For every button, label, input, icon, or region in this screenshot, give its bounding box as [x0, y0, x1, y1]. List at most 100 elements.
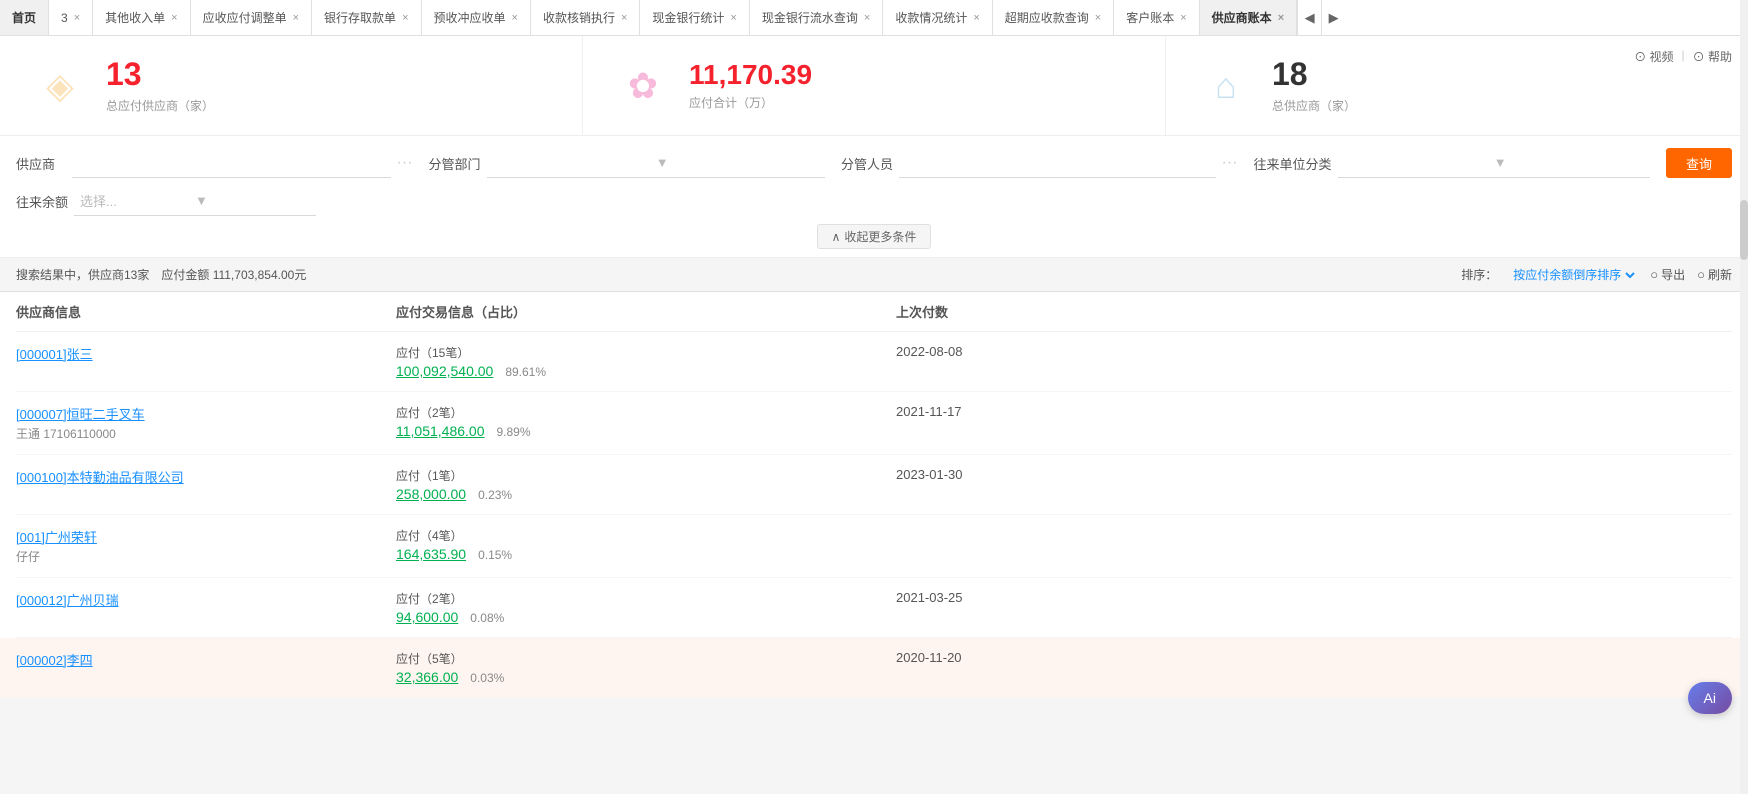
- nav-tab-cash-bank-stats[interactable]: 现金银行统计 ×: [640, 0, 749, 36]
- supplier-link[interactable]: [000100]本特勤油品有限公司: [16, 467, 396, 486]
- close-icon[interactable]: ×: [74, 12, 80, 24]
- lastpay-cell: 2022-08-08: [896, 344, 1732, 359]
- search-button[interactable]: 查询: [1666, 148, 1732, 178]
- close-icon[interactable]: ×: [293, 12, 299, 24]
- export-label: 导出: [1661, 266, 1685, 283]
- person-filter-label: 分管人员: [841, 154, 893, 173]
- payable-amount-link[interactable]: 100,092,540.00: [396, 363, 493, 379]
- nav-tab-home[interactable]: 首页: [0, 0, 49, 36]
- nav-tab-overdue[interactable]: 超期应收款查询 ×: [993, 0, 1114, 36]
- video-link[interactable]: ⊙ 视频: [1634, 48, 1673, 65]
- nav-tab-home-label: 首页: [12, 9, 36, 26]
- close-icon[interactable]: ×: [1180, 12, 1186, 24]
- nav-tab-collection-stats[interactable]: 收款情况统计 ×: [883, 0, 992, 36]
- ai-button[interactable]: Ai: [1688, 682, 1732, 714]
- payable-percent: 9.89%: [497, 425, 531, 439]
- lastpay-cell: 2020-11-20: [896, 650, 1732, 665]
- payable-percent: 0.23%: [478, 488, 512, 502]
- supplier-sub: 王通 17106110000: [16, 425, 396, 442]
- close-icon[interactable]: ×: [171, 12, 177, 24]
- supplier-cell: [000002]李四: [16, 650, 396, 669]
- stat-payable-suppliers-text: 13 总应付供应商（家）: [106, 57, 214, 113]
- payable-amount-link[interactable]: 32,366.00: [396, 669, 458, 685]
- supplier-link[interactable]: [000007]恒旺二手叉车: [16, 404, 396, 423]
- close-icon[interactable]: ×: [1095, 12, 1101, 24]
- table-row: [000012]广州贝瑞 应付（2笔） 94,600.00 0.08% 2021…: [16, 578, 1732, 638]
- close-icon[interactable]: ×: [621, 12, 627, 24]
- scrollbar-track[interactable]: [1740, 0, 1748, 794]
- payable-amount-link[interactable]: 258,000.00: [396, 486, 466, 502]
- payable-info: 应付（2笔） 94,600.00 0.08%: [396, 590, 896, 625]
- payable-label: 应付（1笔）: [396, 469, 463, 483]
- balance-select-wrapper[interactable]: 选择... ▼: [74, 186, 316, 216]
- balance-dropdown-icon[interactable]: ▼: [195, 193, 310, 208]
- nav-tab-collection-stats-label: 收款情况统计: [895, 9, 967, 26]
- nav-tab-prepay[interactable]: 预收冲应收单 ×: [422, 0, 531, 36]
- category-select-wrapper[interactable]: ▼: [1338, 148, 1650, 178]
- nav-tab-cash-flow-label: 现金银行流水查询: [762, 9, 858, 26]
- table-area: 供应商信息 应付交易信息（占比） 上次付数 [000001]张三 应付（15笔）…: [0, 292, 1748, 697]
- stat-payable-suppliers-label: 总应付供应商（家）: [106, 97, 214, 114]
- stat-payable-suppliers: ◈ 13 总应付供应商（家）: [0, 36, 583, 135]
- payable-label: 应付（4笔）: [396, 529, 463, 543]
- collapse-button[interactable]: ∧ 收起更多条件: [817, 224, 932, 249]
- category-dropdown-icon[interactable]: ▼: [1494, 155, 1644, 170]
- payable-percent: 0.08%: [470, 611, 504, 625]
- payable-cell: 应付（2笔） 11,051,486.00 9.89%: [396, 404, 896, 439]
- result-bar: 搜索结果中，供应商13家 应付金额 111,703,854.00元 排序： 按应…: [0, 258, 1748, 292]
- supplier-link[interactable]: [000001]张三: [16, 344, 396, 363]
- payable-cell: 应付（15笔） 100,092,540.00 89.61%: [396, 344, 896, 379]
- scrollbar-thumb[interactable]: [1740, 200, 1748, 260]
- payable-amount-link[interactable]: 94,600.00: [396, 609, 458, 625]
- supplier-cell: [000001]张三: [16, 344, 396, 363]
- dept-dropdown-icon[interactable]: ▼: [656, 155, 819, 170]
- nav-tab-bank-deposit-label: 银行存取款单: [324, 9, 396, 26]
- table-row: [001]广州荣轩 仔仔 应付（4笔） 164,635.90 0.15%: [16, 515, 1732, 578]
- supplier-link[interactable]: [001]广州荣轩: [16, 527, 396, 546]
- nav-tab-other-income[interactable]: 其他收入单 ×: [93, 0, 190, 36]
- refresh-link[interactable]: ○ 刷新: [1697, 266, 1732, 283]
- nav-tab-overdue-label: 超期应收款查询: [1005, 9, 1089, 26]
- nav-tab-collection-label: 收款核销执行: [543, 9, 615, 26]
- nav-tab-supplier-account[interactable]: 供应商账本 ×: [1200, 0, 1297, 36]
- close-icon[interactable]: ×: [864, 12, 870, 24]
- close-icon[interactable]: ×: [512, 12, 518, 24]
- nav-arrow-right[interactable]: ▶: [1321, 0, 1345, 36]
- payable-amount-link[interactable]: 164,635.90: [396, 546, 466, 562]
- nav-tab-customer-account[interactable]: 客户账本 ×: [1114, 0, 1199, 36]
- stat-total-suppliers-label: 总供应商（家）: [1272, 97, 1356, 114]
- supplier-dots-icon[interactable]: ···: [397, 154, 413, 172]
- last-pay-date: 2021-03-25: [896, 590, 963, 605]
- supplier-link[interactable]: [000002]李四: [16, 650, 396, 669]
- stat-payable-total-label: 应付合计（万）: [689, 94, 812, 111]
- sort-select[interactable]: 按应付余额倒序排序: [1509, 267, 1638, 283]
- payable-amount-link[interactable]: 11,051,486.00: [396, 423, 485, 439]
- lastpay-cell: 2021-11-17: [896, 404, 1732, 419]
- supplier-input[interactable]: [72, 148, 391, 178]
- nav-tab-bank-deposit[interactable]: 银行存取款单 ×: [312, 0, 421, 36]
- close-icon[interactable]: ×: [973, 12, 979, 24]
- stat-payable-suppliers-value: 13: [106, 57, 214, 92]
- nav-tab-3[interactable]: 3 ×: [49, 0, 93, 36]
- filter-row-1: 供应商 ··· 分管部门 ▼ 分管人员 ··· 往来单位分类 ▼ 查询: [16, 148, 1732, 178]
- nav-tab-adjustments[interactable]: 应收应付调整单 ×: [191, 0, 312, 36]
- person-dots-icon[interactable]: ···: [1222, 154, 1238, 172]
- filter-category: 往来单位分类 ▼: [1254, 148, 1651, 178]
- stat-total-suppliers-text: 18 总供应商（家）: [1272, 57, 1356, 113]
- export-link[interactable]: ○ 导出: [1650, 266, 1685, 283]
- last-pay-date: 2023-01-30: [896, 467, 963, 482]
- supplier-link[interactable]: [000012]广州贝瑞: [16, 590, 396, 609]
- dept-select-wrapper[interactable]: ▼: [487, 148, 825, 178]
- stat-payable-total-value: 11,170.39: [689, 60, 812, 91]
- payable-info: 应付（2笔） 11,051,486.00 9.89%: [396, 404, 896, 439]
- nav-tab-3-label: 3: [61, 11, 68, 25]
- close-icon[interactable]: ×: [1278, 12, 1284, 24]
- close-icon[interactable]: ×: [402, 12, 408, 24]
- nav-tab-collection[interactable]: 收款核销执行 ×: [531, 0, 640, 36]
- help-link[interactable]: ⊙ 帮助: [1693, 48, 1732, 65]
- nav-tab-cash-flow[interactable]: 现金银行流水查询 ×: [750, 0, 883, 36]
- person-input[interactable]: [899, 148, 1216, 178]
- close-icon[interactable]: ×: [730, 12, 736, 24]
- table-row: [000001]张三 应付（15笔） 100,092,540.00 89.61%…: [16, 332, 1732, 392]
- nav-arrow-left[interactable]: ◀: [1297, 0, 1321, 36]
